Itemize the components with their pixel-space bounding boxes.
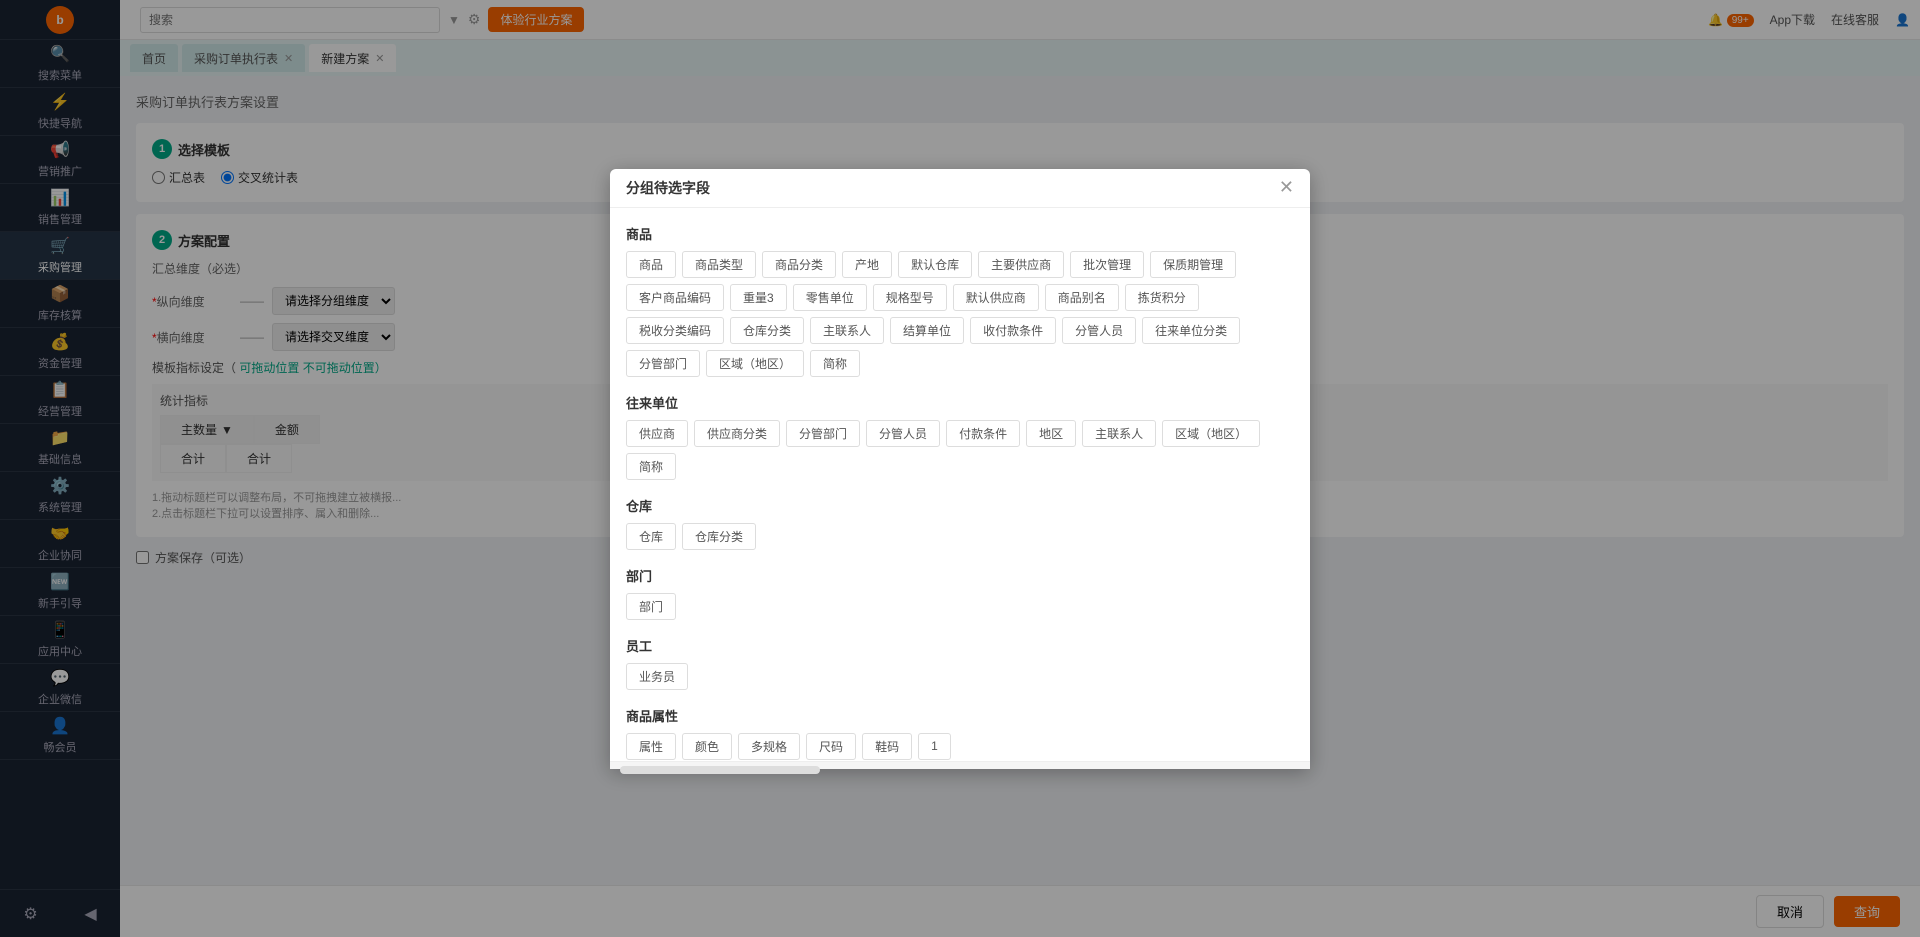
field-tags-goods: 商品商品类型商品分类产地默认仓库主要供应商批次管理保质期管理客户商品编码重量3零… xyxy=(626,251,1294,377)
field-section-goods: 商品商品商品类型商品分类产地默认仓库主要供应商批次管理保质期管理客户商品编码重量… xyxy=(626,224,1294,377)
field-tag-默认供应商[interactable]: 默认供应商 xyxy=(953,284,1039,311)
field-tag-分管部门[interactable]: 分管部门 xyxy=(626,350,700,377)
field-section-warehouse: 仓库仓库仓库分类 xyxy=(626,496,1294,550)
field-section-title-partner: 往来单位 xyxy=(626,393,1294,412)
hscroll-thumb xyxy=(620,766,820,774)
field-tag-产地[interactable]: 产地 xyxy=(842,251,892,278)
modal-dialog: 分组待选字段 ✕ 商品商品商品类型商品分类产地默认仓库主要供应商批次管理保质期管… xyxy=(610,169,1310,769)
field-section-employee: 员工业务员 xyxy=(626,636,1294,690)
field-tags-department: 部门 xyxy=(626,593,1294,620)
field-tag-尺码[interactable]: 尺码 xyxy=(806,733,856,760)
field-tag-1[interactable]: 1 xyxy=(918,733,951,760)
field-section-title-warehouse: 仓库 xyxy=(626,496,1294,515)
field-tag-仓库分类[interactable]: 仓库分类 xyxy=(682,523,756,550)
field-tag-分管部门[interactable]: 分管部门 xyxy=(786,420,860,447)
field-tag-商品别名[interactable]: 商品别名 xyxy=(1045,284,1119,311)
field-tag-供应商[interactable]: 供应商 xyxy=(626,420,688,447)
field-tag-分管人员[interactable]: 分管人员 xyxy=(866,420,940,447)
field-tags-warehouse: 仓库仓库分类 xyxy=(626,523,1294,550)
field-tags-product_attr: 属性颜色多规格尺码鞋码1 xyxy=(626,733,1294,760)
modal-close-button[interactable]: ✕ xyxy=(1279,177,1294,198)
field-tag-收付款条件[interactable]: 收付款条件 xyxy=(970,317,1056,344)
field-tag-供应商分类[interactable]: 供应商分类 xyxy=(694,420,780,447)
modal-body: 商品商品商品类型商品分类产地默认仓库主要供应商批次管理保质期管理客户商品编码重量… xyxy=(610,208,1310,761)
field-tag-批次管理[interactable]: 批次管理 xyxy=(1070,251,1144,278)
field-tag-商品[interactable]: 商品 xyxy=(626,251,676,278)
field-tag-重量3[interactable]: 重量3 xyxy=(730,284,787,311)
field-tag-往来单位分类[interactable]: 往来单位分类 xyxy=(1142,317,1240,344)
field-tag-商品类型[interactable]: 商品类型 xyxy=(682,251,756,278)
field-tags-employee: 业务员 xyxy=(626,663,1294,690)
field-tag-简称[interactable]: 简称 xyxy=(810,350,860,377)
field-tag-属性[interactable]: 属性 xyxy=(626,733,676,760)
field-tag-主联系人[interactable]: 主联系人 xyxy=(1082,420,1156,447)
field-tag-分管人员[interactable]: 分管人员 xyxy=(1062,317,1136,344)
field-tag-简称[interactable]: 简称 xyxy=(626,453,676,480)
field-tag-主联系人[interactable]: 主联系人 xyxy=(810,317,884,344)
field-tag-规格型号[interactable]: 规格型号 xyxy=(873,284,947,311)
field-tag-仓库分类[interactable]: 仓库分类 xyxy=(730,317,804,344)
field-section-title-employee: 员工 xyxy=(626,636,1294,655)
field-tag-鞋码[interactable]: 鞋码 xyxy=(862,733,912,760)
field-tag-地区[interactable]: 地区 xyxy=(1026,420,1076,447)
field-section-title-product_attr: 商品属性 xyxy=(626,706,1294,725)
field-tag-部门[interactable]: 部门 xyxy=(626,593,676,620)
field-tag-主要供应商[interactable]: 主要供应商 xyxy=(978,251,1064,278)
field-tag-商品分类[interactable]: 商品分类 xyxy=(762,251,836,278)
field-section-product_attr: 商品属性属性颜色多规格尺码鞋码1 xyxy=(626,706,1294,760)
field-section-department: 部门部门 xyxy=(626,566,1294,620)
field-tag-客户商品编码[interactable]: 客户商品编码 xyxy=(626,284,724,311)
field-tag-拣货积分[interactable]: 拣货积分 xyxy=(1125,284,1199,311)
modal-header: 分组待选字段 ✕ xyxy=(610,169,1310,208)
field-tag-付款条件[interactable]: 付款条件 xyxy=(946,420,1020,447)
field-section-title-department: 部门 xyxy=(626,566,1294,585)
field-tag-保质期管理[interactable]: 保质期管理 xyxy=(1150,251,1236,278)
modal-title: 分组待选字段 xyxy=(626,178,710,198)
field-section-partner: 往来单位供应商供应商分类分管部门分管人员付款条件地区主联系人区域（地区） 简称 xyxy=(626,393,1294,480)
field-tag-结算单位[interactable]: 结算单位 xyxy=(890,317,964,344)
field-tag-零售单位[interactable]: 零售单位 xyxy=(793,284,867,311)
field-tag-仓库[interactable]: 仓库 xyxy=(626,523,676,550)
field-tags-partner: 供应商供应商分类分管部门分管人员付款条件地区主联系人区域（地区） 简称 xyxy=(626,420,1294,480)
modal-hscroll[interactable] xyxy=(610,761,1310,769)
field-tag-业务员[interactable]: 业务员 xyxy=(626,663,688,690)
field-tag-多规格[interactable]: 多规格 xyxy=(738,733,800,760)
field-section-title-goods: 商品 xyxy=(626,224,1294,243)
field-tag-税收分类编码[interactable]: 税收分类编码 xyxy=(626,317,724,344)
field-tag-默认仓库[interactable]: 默认仓库 xyxy=(898,251,972,278)
field-tag-颜色[interactable]: 颜色 xyxy=(682,733,732,760)
modal-overlay: 分组待选字段 ✕ 商品商品商品类型商品分类产地默认仓库主要供应商批次管理保质期管… xyxy=(0,0,1920,937)
field-tag-区域（地区）[interactable]: 区域（地区） xyxy=(1162,420,1260,447)
field-tag-区域（地区）[interactable]: 区域（地区） xyxy=(706,350,804,377)
